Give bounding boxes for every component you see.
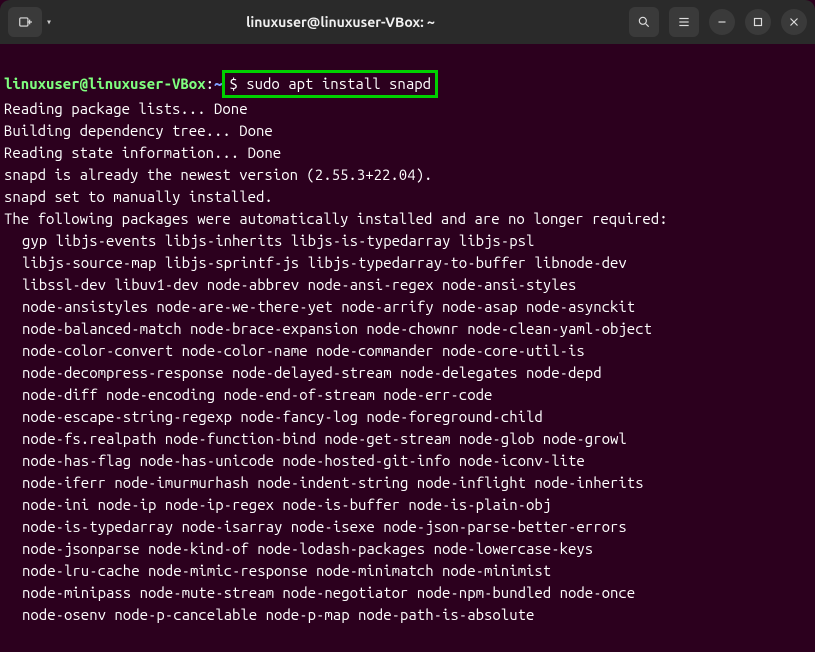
package-line: node-diff node-encoding node-end-of-stre…	[4, 384, 811, 406]
package-line: node-fs.realpath node-function-bind node…	[4, 428, 811, 450]
package-line: node-has-flag node-has-unicode node-host…	[4, 450, 811, 472]
maximize-button[interactable]	[745, 9, 771, 35]
package-line: node-jsonparse node-kind-of node-lodash-…	[4, 538, 811, 560]
minimize-button[interactable]	[709, 9, 735, 35]
command-text: sudo apt install snapd	[246, 75, 431, 92]
output-line: snapd set to manually installed.	[4, 188, 273, 205]
package-line: node-is-typedarray node-isarray node-ise…	[4, 516, 811, 538]
output-line: Reading state information... Done	[4, 144, 281, 161]
package-line: node-decompress-response node-delayed-st…	[4, 362, 811, 384]
search-button[interactable]	[629, 7, 659, 37]
output-line: Building dependency tree... Done	[4, 122, 273, 139]
package-line: gyp libjs-events libjs-inherits libjs-is…	[4, 230, 811, 252]
package-line: node-osenv node-p-cancelable node-p-map …	[4, 604, 811, 626]
prompt-user-host: linuxuser@linuxuser-VBox	[4, 75, 206, 92]
output-line: Reading package lists... Done	[4, 100, 248, 117]
command-highlight-box: $ sudo apt install snapd	[222, 70, 438, 98]
output-line: The following packages were automaticall…	[4, 210, 668, 227]
titlebar: ▾ linuxuser@linuxuser-VBox: ~	[0, 0, 815, 44]
package-line: node-ini node-ip node-ip-regex node-is-b…	[4, 494, 811, 516]
package-line: libjs-source-map libjs-sprintf-js libjs-…	[4, 252, 811, 274]
hamburger-menu-button[interactable]	[669, 7, 699, 37]
package-line: node-ansistyles node-are-we-there-yet no…	[4, 296, 811, 318]
output-line: snapd is already the newest version (2.5…	[4, 166, 432, 183]
prompt-path: ~	[214, 75, 222, 92]
package-line: node-iferr node-imurmurhash node-indent-…	[4, 472, 811, 494]
prompt-line: linuxuser@linuxuser-VBox:~ $ sudo apt ins…	[4, 75, 438, 92]
new-tab-dropdown-icon[interactable]: ▾	[46, 16, 52, 28]
package-line: node-minipass node-mute-stream node-nego…	[4, 582, 811, 604]
package-line: libssl-dev libuv1-dev node-abbrev node-a…	[4, 274, 811, 296]
package-line: node-escape-string-regexp node-fancy-log…	[4, 406, 811, 428]
package-line: node-balanced-match node-brace-expansion…	[4, 318, 811, 340]
package-line: node-lru-cache node-mimic-response node-…	[4, 560, 811, 582]
prompt-dollar: $	[229, 75, 246, 92]
terminal-body[interactable]: linuxuser@linuxuser-VBox:~$ sudo apt ins…	[0, 44, 815, 652]
package-line: node-color-convert node-color-name node-…	[4, 340, 811, 362]
close-button[interactable]	[781, 9, 807, 35]
new-tab-button[interactable]	[8, 7, 42, 37]
prompt-colon: :	[206, 75, 214, 92]
window-title: linuxuser@linuxuser-VBox: ~	[60, 14, 621, 30]
